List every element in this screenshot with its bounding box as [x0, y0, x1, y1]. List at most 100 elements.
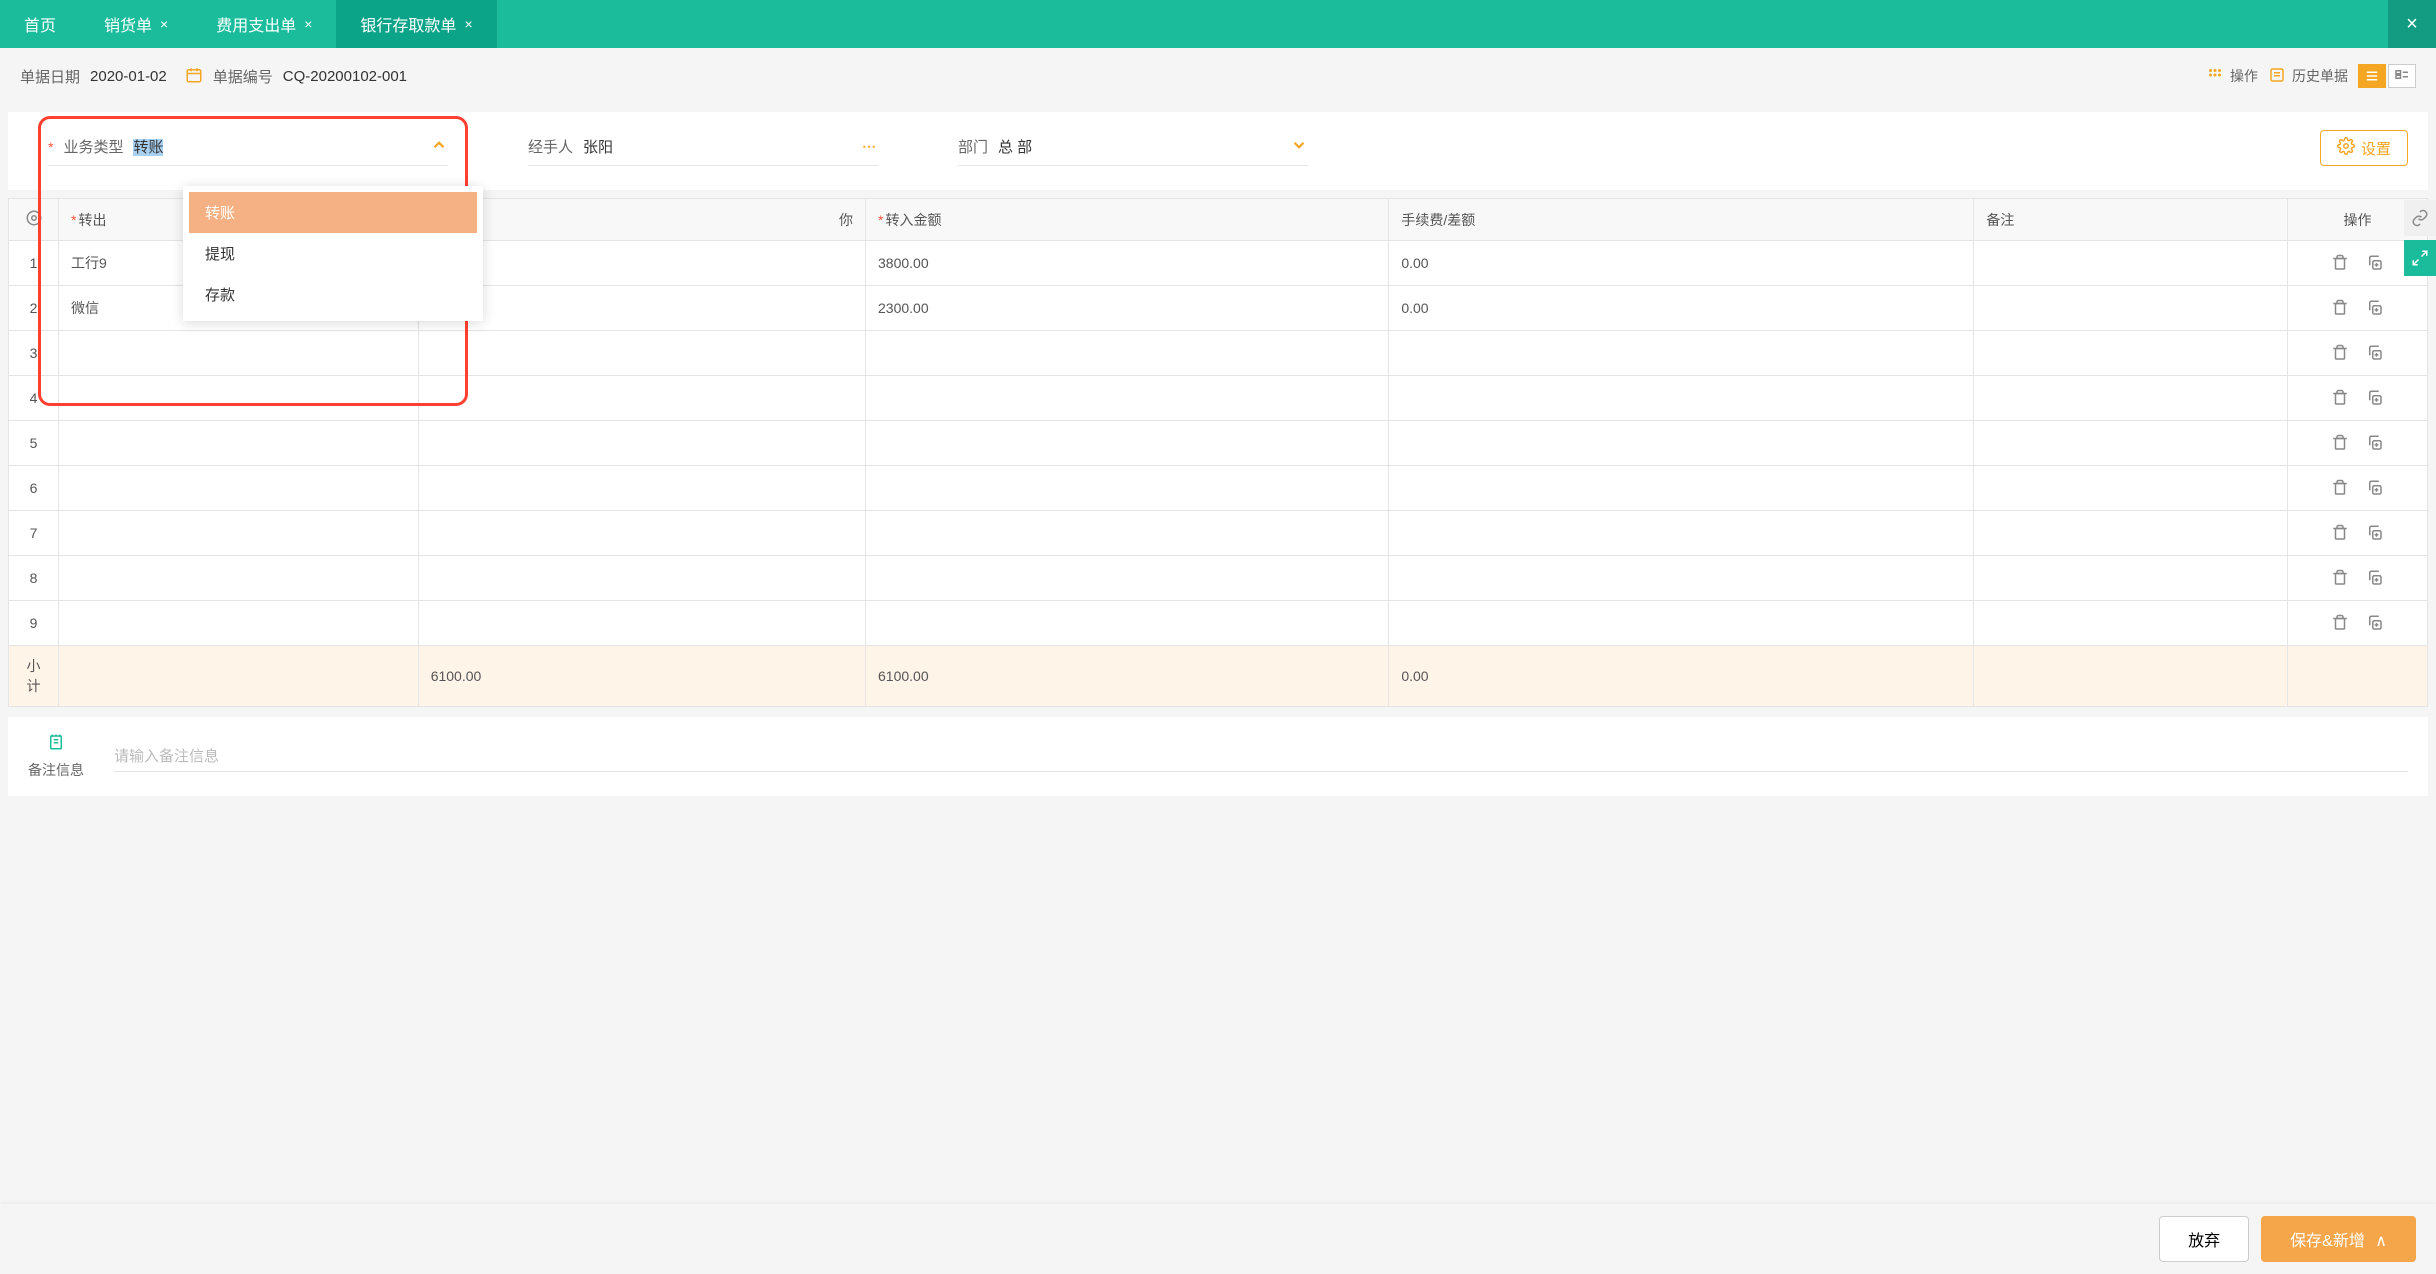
in-account-cell[interactable]	[418, 376, 865, 421]
in-account-cell[interactable]	[418, 286, 865, 331]
delete-icon[interactable]	[2328, 566, 2352, 590]
table-row[interactable]: 3	[9, 331, 2428, 376]
handler-label: 经手人	[528, 136, 573, 157]
delete-icon[interactable]	[2328, 296, 2352, 320]
tab-expense[interactable]: 费用支出单 ×	[192, 0, 336, 48]
in-amount-cell[interactable]	[866, 421, 1389, 466]
fee-cell[interactable]	[1389, 466, 1974, 511]
chevron-down-icon[interactable]	[1290, 136, 1308, 157]
handler-field[interactable]: 经手人 张阳 ⋯	[528, 136, 878, 166]
remark-input[interactable]	[114, 742, 2408, 772]
close-icon[interactable]: ×	[160, 16, 168, 32]
tab-home[interactable]: 首页	[0, 0, 80, 48]
delete-icon[interactable]	[2328, 341, 2352, 365]
dropdown-option-deposit[interactable]: 存款	[189, 274, 477, 315]
chevron-up-icon[interactable]	[430, 136, 448, 157]
delete-icon[interactable]	[2328, 521, 2352, 545]
in-account-cell[interactable]	[418, 466, 865, 511]
expand-icon[interactable]	[2404, 240, 2436, 276]
remark-cell[interactable]	[1974, 376, 2288, 421]
in-account-cell[interactable]	[418, 601, 865, 646]
in-amount-cell[interactable]	[866, 556, 1389, 601]
table-row[interactable]: 4	[9, 376, 2428, 421]
out-account-cell[interactable]	[59, 331, 419, 376]
doc-label: 单据编号	[213, 66, 273, 87]
link-icon[interactable]	[2404, 200, 2436, 236]
copy-icon[interactable]	[2363, 476, 2387, 500]
discard-button[interactable]: 放弃	[2159, 1216, 2249, 1262]
remark-cell[interactable]	[1974, 331, 2288, 376]
detail-view-toggle[interactable]	[2388, 64, 2416, 88]
delete-icon[interactable]	[2328, 611, 2352, 635]
copy-icon[interactable]	[2363, 521, 2387, 545]
fee-cell[interactable]: 0.00	[1389, 286, 1974, 331]
more-icon[interactable]: ⋯	[862, 138, 878, 155]
fee-cell[interactable]	[1389, 421, 1974, 466]
fee-cell[interactable]	[1389, 511, 1974, 556]
out-account-cell[interactable]	[59, 556, 419, 601]
date-value[interactable]: 2020-01-02	[90, 68, 167, 85]
settings-button[interactable]: 设置	[2320, 130, 2408, 166]
copy-icon[interactable]	[2363, 386, 2387, 410]
copy-icon[interactable]	[2363, 431, 2387, 455]
fee-cell[interactable]	[1389, 331, 1974, 376]
biz-type-field[interactable]: * 业务类型 转账 转账 提现 存款	[48, 136, 448, 166]
copy-icon[interactable]	[2363, 296, 2387, 320]
remark-cell[interactable]	[1974, 556, 2288, 601]
table-row[interactable]: 8	[9, 556, 2428, 601]
in-account-cell[interactable]	[418, 241, 865, 286]
table-row[interactable]: 7	[9, 511, 2428, 556]
copy-icon[interactable]	[2363, 251, 2387, 275]
in-amount-cell[interactable]: 3800.00	[866, 241, 1389, 286]
in-amount-cell[interactable]	[866, 331, 1389, 376]
tab-sales[interactable]: 销货单 ×	[80, 0, 192, 48]
remark-cell[interactable]	[1974, 601, 2288, 646]
table-row[interactable]: 6	[9, 466, 2428, 511]
close-icon[interactable]: ×	[464, 16, 472, 32]
in-account-cell[interactable]	[418, 421, 865, 466]
dropdown-option-withdraw[interactable]: 提现	[189, 233, 477, 274]
close-all-button[interactable]: ×	[2388, 0, 2436, 48]
table-row[interactable]: 5	[9, 421, 2428, 466]
calendar-icon[interactable]	[185, 66, 203, 87]
dropdown-option-transfer[interactable]: 转账	[189, 192, 477, 233]
delete-icon[interactable]	[2328, 431, 2352, 455]
in-account-cell[interactable]	[418, 331, 865, 376]
fee-cell[interactable]	[1389, 376, 1974, 421]
in-amount-cell[interactable]	[866, 376, 1389, 421]
in-amount-cell[interactable]: 2300.00	[866, 286, 1389, 331]
fee-cell[interactable]	[1389, 601, 1974, 646]
in-account-cell[interactable]	[418, 556, 865, 601]
remark-cell[interactable]	[1974, 421, 2288, 466]
copy-icon[interactable]	[2363, 341, 2387, 365]
actions-button[interactable]: 操作	[2206, 66, 2258, 87]
in-amount-cell[interactable]	[866, 511, 1389, 556]
out-account-cell[interactable]	[59, 421, 419, 466]
remark-cell[interactable]	[1974, 466, 2288, 511]
in-account-cell[interactable]	[418, 511, 865, 556]
remark-cell[interactable]	[1974, 286, 2288, 331]
table-row[interactable]: 9	[9, 601, 2428, 646]
delete-icon[interactable]	[2328, 251, 2352, 275]
in-amount-cell[interactable]	[866, 601, 1389, 646]
out-account-cell[interactable]	[59, 376, 419, 421]
remark-cell[interactable]	[1974, 241, 2288, 286]
gear-header[interactable]	[9, 199, 59, 241]
fee-cell[interactable]: 0.00	[1389, 241, 1974, 286]
remark-cell[interactable]	[1974, 511, 2288, 556]
list-view-toggle[interactable]	[2358, 64, 2386, 88]
delete-icon[interactable]	[2328, 386, 2352, 410]
out-account-cell[interactable]	[59, 511, 419, 556]
save-add-button[interactable]: 保存&新增 ∧	[2261, 1216, 2416, 1262]
copy-icon[interactable]	[2363, 611, 2387, 635]
fee-cell[interactable]	[1389, 556, 1974, 601]
out-account-cell[interactable]	[59, 466, 419, 511]
in-amount-cell[interactable]	[866, 466, 1389, 511]
history-button[interactable]: 历史单据	[2268, 66, 2348, 87]
out-account-cell[interactable]	[59, 601, 419, 646]
delete-icon[interactable]	[2328, 476, 2352, 500]
copy-icon[interactable]	[2363, 566, 2387, 590]
tab-bank-transfer[interactable]: 银行存取款单 ×	[336, 0, 496, 48]
dept-field[interactable]: 部门 总 部	[958, 136, 1308, 166]
close-icon[interactable]: ×	[304, 16, 312, 32]
